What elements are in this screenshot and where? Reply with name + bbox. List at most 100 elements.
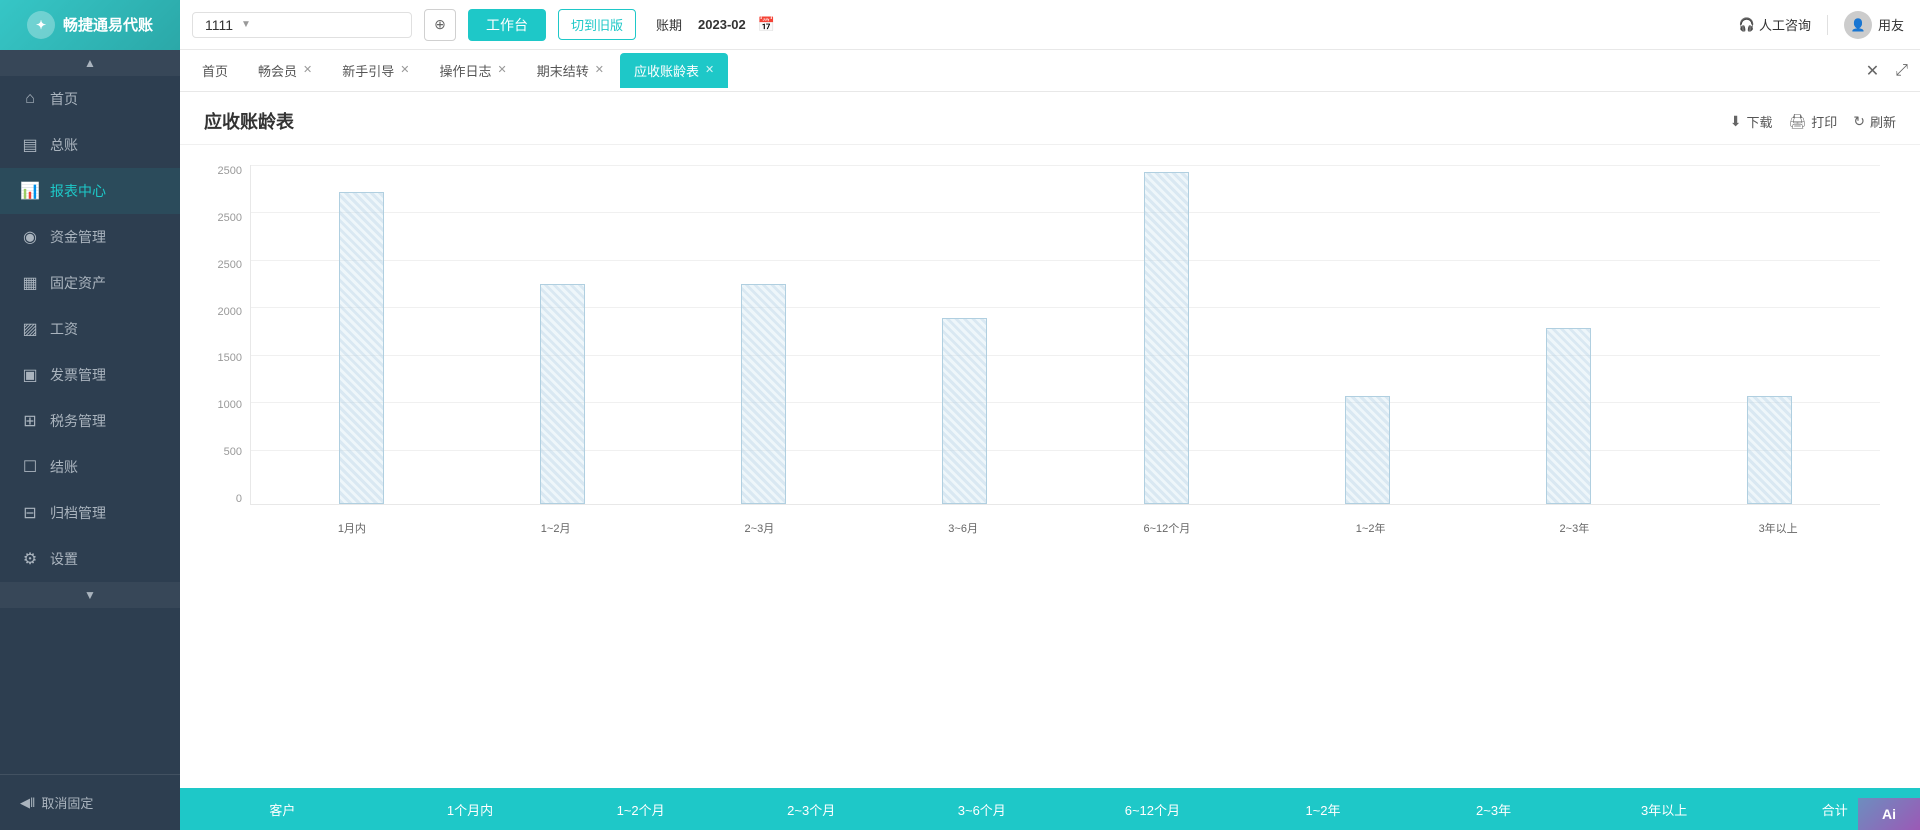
th-3-6month: 3~6个月 [896,800,1067,819]
x-label-7: 2~3年 [1473,510,1677,545]
tab-member-label: 畅会员 [258,61,297,80]
print-icon: 🖨 [1788,113,1806,130]
sidebar-item-label: 设置 [50,549,78,569]
x-label-2: 1~2月 [454,510,658,545]
tab-ar-aging[interactable]: 应收账龄表 ✕ [620,53,728,88]
content-area: 首页 畅会员 ✕ 新手引导 ✕ 操作日志 ✕ 期末结转 ✕ 应收账龄表 ✕ [180,50,1920,830]
tab-operation-log-label: 操作日志 [439,61,491,80]
close-all-button[interactable]: ✕ [1862,57,1883,85]
sidebar-scroll-down[interactable]: ▼ [0,582,180,608]
page-content: 应收账龄表 ⬇ 下载 🖨 打印 ↻ 刷新 [180,92,1920,830]
page-title: 应收账龄表 [204,108,294,134]
tab-operation-log-close[interactable]: ✕ [498,65,507,76]
tab-member[interactable]: 畅会员 ✕ [244,53,326,88]
switch-old-button[interactable]: 切到旧版 [558,9,636,40]
y-label-1500: 1500 [218,352,242,364]
calendar-icon[interactable]: 📅 [758,16,775,33]
headset-icon: 🎧 [1739,17,1755,33]
sidebar-scroll-up[interactable]: ▲ [0,50,180,76]
y-axis: 2500 2500 2500 2000 1500 1000 500 0 [200,165,250,505]
sidebar-item-general-ledger[interactable]: ▤ 总账 [0,122,180,168]
sidebar-item-home[interactable]: ⌂ 首页 [0,76,180,122]
sidebar-item-label: 结账 [50,457,78,477]
th-1-2month: 1~2个月 [555,800,726,819]
tab-guide[interactable]: 新手引导 ✕ [328,53,423,88]
period-label: 账期 [656,15,682,34]
refresh-label: 刷新 [1870,112,1896,131]
company-dropdown-arrow: ▼ [241,19,251,30]
tab-operation-log[interactable]: 操作日志 ✕ [425,53,520,88]
pin-icon: ◀‖ [20,795,35,811]
settings-icon: ⚙ [20,549,40,569]
bar-6 [1345,396,1390,504]
tax-icon: ⊞ [20,411,40,431]
x-label-4: 3~6月 [861,510,1065,545]
archive-icon: ⊟ [20,503,40,523]
copy-button[interactable]: ⊕ [424,9,456,41]
sidebar-item-checkout[interactable]: ☐ 结账 [0,444,180,490]
sidebar-item-invoice[interactable]: ▣ 发票管理 [0,352,180,398]
tab-period-closing-label: 期末结转 [537,61,589,80]
sidebar-item-label: 发票管理 [50,365,106,385]
x-labels: 1月内 1~2月 2~3月 3~6月 6~12个月 1~2年 2~3年 3年以上 [250,510,1880,545]
tab-guide-close[interactable]: ✕ [400,65,409,76]
tab-ar-aging-label: 应收账龄表 [634,61,699,80]
sidebar-bottom: ◀‖ 取消固定 [0,774,180,830]
tab-actions: ✕ ⤢ [1862,57,1912,85]
expand-button[interactable]: ⤢ [1891,58,1912,84]
x-label-3: 2~3月 [658,510,862,545]
sidebar: ▲ ⌂ 首页 ▤ 总账 📊 报表中心 ◉ 资金管理 ▦ 固定资产 ▨ 工资 ▣ … [0,50,180,830]
table-header: 客户 1个月内 1~2个月 2~3个月 3~6个月 6~12个月 1~2年 2~… [180,788,1920,830]
avatar: 👤 [1844,11,1872,39]
th-2-3year: 2~3年 [1408,800,1579,819]
payroll-icon: ▨ [20,319,40,339]
workbench-button[interactable]: 工作台 [468,9,546,41]
tab-member-close[interactable]: ✕ [303,65,312,76]
sidebar-item-report-center[interactable]: 📊 报表中心 [0,168,180,214]
refresh-button[interactable]: ↻ 刷新 [1853,112,1896,131]
sidebar-item-fund-management[interactable]: ◉ 资金管理 [0,214,180,260]
x-label-5: 6~12个月 [1065,510,1269,545]
company-selector[interactable]: 1111 ▼ [192,12,412,38]
bar-group-2 [462,165,663,504]
sidebar-item-tax[interactable]: ⊞ 税务管理 [0,398,180,444]
sidebar-item-settings[interactable]: ⚙ 设置 [0,536,180,582]
tab-period-closing-close[interactable]: ✕ [595,65,604,76]
user-area[interactable]: 👤 用友 [1844,11,1904,39]
sidebar-item-archive[interactable]: ⊟ 归档管理 [0,490,180,536]
bar-1 [339,192,384,504]
tab-bar: 首页 畅会员 ✕ 新手引导 ✕ 操作日志 ✕ 期末结转 ✕ 应收账龄表 ✕ [180,50,1920,92]
checkout-icon: ☐ [20,457,40,477]
bar-group-7 [1468,165,1669,504]
y-label-2500c: 2500 [218,259,242,271]
logo-text: 畅捷通易代账 [63,14,153,35]
y-label-2500b: 2500 [218,212,242,224]
download-icon: ⬇ [1730,113,1742,130]
th-3year-plus: 3年以上 [1579,800,1750,819]
print-button[interactable]: 🖨 打印 [1788,112,1837,131]
tab-period-closing[interactable]: 期末结转 ✕ [523,53,618,88]
ai-button[interactable]: Ai [1858,798,1920,830]
sidebar-item-label: 税务管理 [50,411,106,431]
download-button[interactable]: ⬇ 下载 [1730,112,1773,131]
chart-container: 2500 2500 2500 2000 1500 1000 500 0 [180,145,1920,788]
sidebar-item-label: 总账 [50,135,78,155]
tab-home[interactable]: 首页 [188,53,242,88]
bar-2 [540,284,585,504]
download-label: 下载 [1746,112,1772,131]
y-label-0: 0 [236,493,242,505]
header-right: 🎧 人工咨询 👤 用友 [1739,11,1904,39]
fund-icon: ◉ [20,227,40,247]
x-label-6: 1~2年 [1269,510,1473,545]
th-customer: 客户 [180,800,385,819]
cancel-fixed-button[interactable]: ◀‖ 取消固定 [0,785,180,820]
refresh-icon: ↻ [1853,113,1865,130]
tab-ar-aging-close[interactable]: ✕ [705,65,714,76]
sidebar-item-payroll[interactable]: ▨ 工资 [0,306,180,352]
sidebar-item-fixed-assets[interactable]: ▦ 固定资产 [0,260,180,306]
x-label-1: 1月内 [250,510,454,545]
consult-button[interactable]: 🎧 人工咨询 [1739,15,1811,34]
bars-row [251,165,1880,504]
assets-icon: ▦ [20,273,40,293]
divider [1827,15,1828,35]
